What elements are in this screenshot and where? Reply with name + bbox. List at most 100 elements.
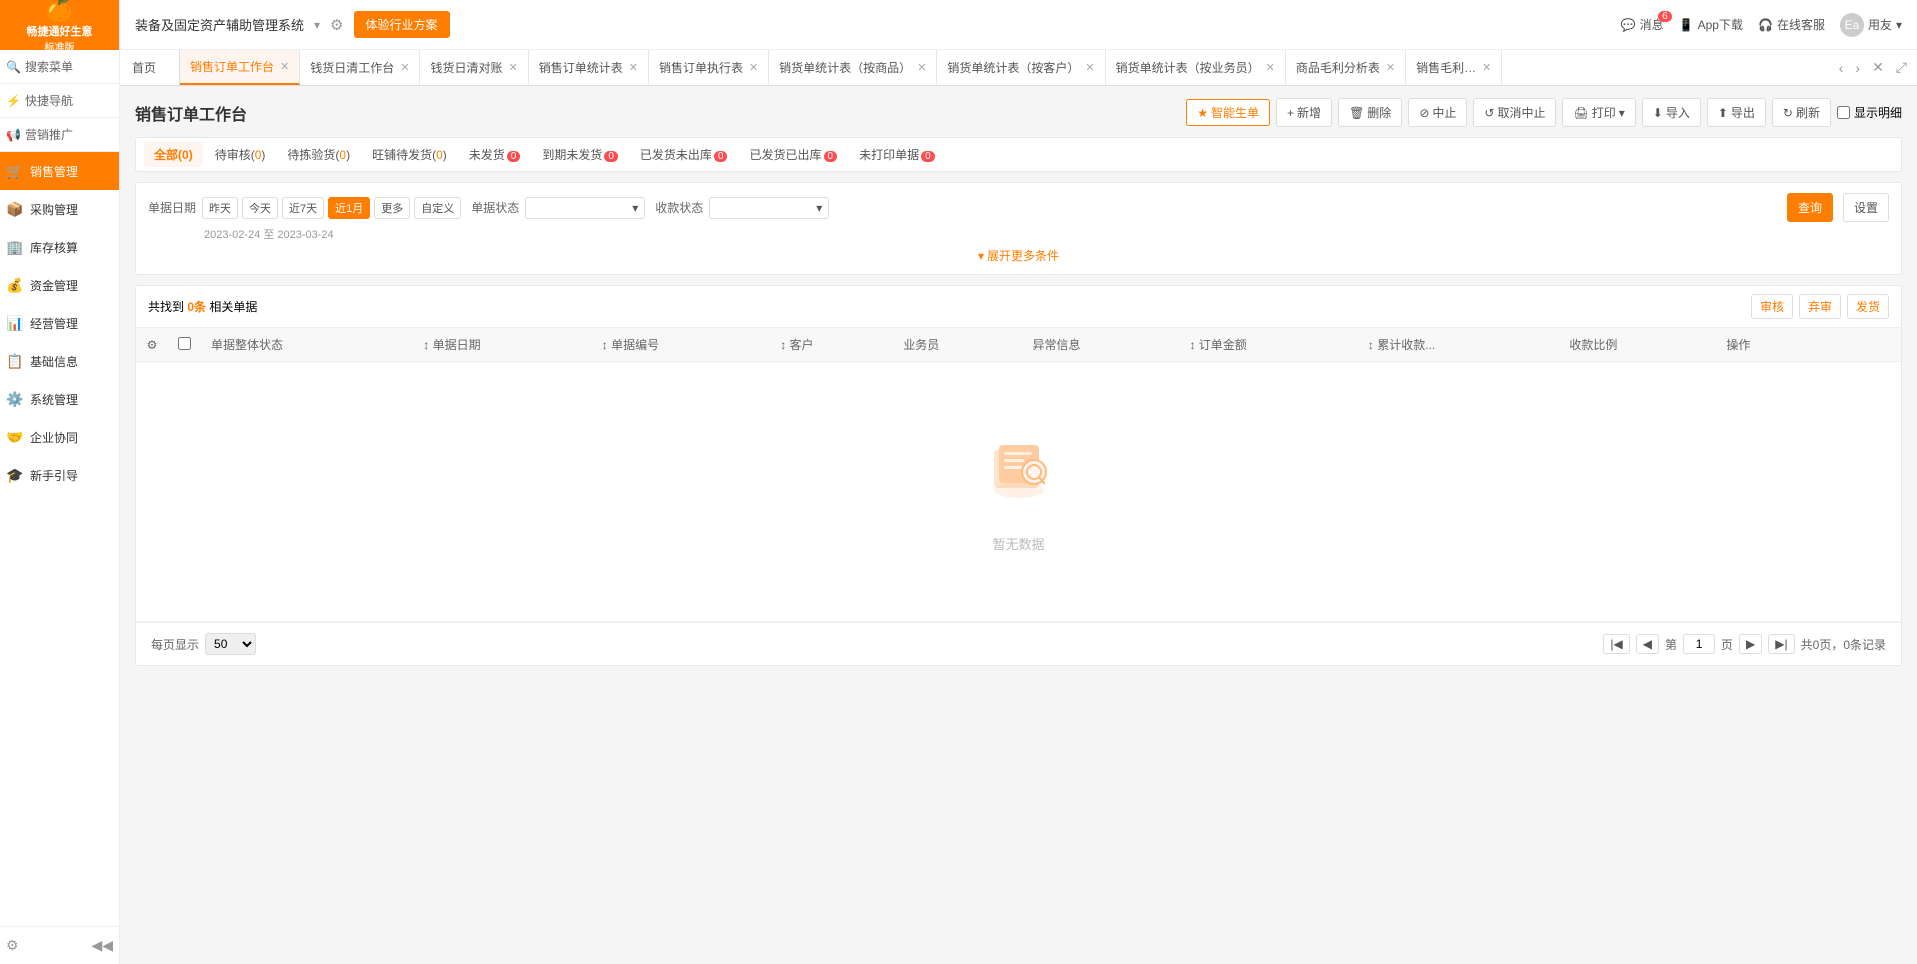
tab-close-3[interactable]: ✕ [629, 61, 638, 74]
collapse-icon[interactable]: ◀◀ [91, 937, 113, 954]
tab-label-5: 销货单统计表（按商品） [779, 59, 911, 76]
per-page-select[interactable]: 50 10 20 100 [205, 633, 256, 655]
tab-home[interactable]: 首页 [120, 50, 180, 85]
export-button[interactable]: ⬆ 导出 [1707, 98, 1766, 127]
audit-button[interactable]: 审核 [1751, 294, 1793, 319]
user-menu[interactable]: Ea 用友 ▾ [1840, 13, 1902, 37]
tab-0[interactable]: 销售订单工作台✕ [180, 50, 300, 85]
th-amount: ↕ 订单金额 [1179, 328, 1357, 362]
topbar-gear-icon[interactable]: ⚙ [330, 16, 343, 34]
cancel-stop-button[interactable]: ↺ 取消中止 [1473, 98, 1556, 127]
subtab-4[interactable]: 未发货0 [459, 142, 531, 167]
tab-close-4[interactable]: ✕ [749, 61, 758, 74]
print-icon: 🖨 [1573, 106, 1588, 120]
page-input[interactable] [1683, 634, 1715, 654]
subtab-3[interactable]: 旺铺待发货(0) [362, 142, 457, 167]
filter-settings-button[interactable]: 设置 [1843, 193, 1889, 222]
smart-create-button[interactable]: ★ 智能生单 [1186, 99, 1270, 126]
sidebar-item-4[interactable]: 📊经营管理 [0, 304, 119, 342]
settings-icon[interactable]: ⚙ [6, 937, 19, 954]
tab-prev-button[interactable]: ‹ [1835, 58, 1848, 78]
sidebar-item-8[interactable]: 🎓新手引导 [0, 456, 119, 494]
subtab-2[interactable]: 待拣验货(0) [277, 142, 360, 167]
tab-5[interactable]: 销货单统计表（按商品） ✕ [769, 50, 937, 85]
prev-page-button[interactable]: ◀ [1636, 634, 1659, 654]
date-btn-1[interactable]: 今天 [242, 197, 278, 219]
show-detail-checkbox[interactable]: 显示明细 [1837, 104, 1902, 121]
sidebar-item-6[interactable]: ⚙️系统管理 [0, 380, 119, 418]
sidebar-item-2[interactable]: 🏢库存核算 [0, 228, 119, 266]
date-btn-4[interactable]: 更多 [374, 197, 410, 219]
system-dropdown-icon[interactable]: ▾ [314, 18, 320, 32]
add-button[interactable]: + 新增 [1276, 98, 1332, 127]
next-page-button[interactable]: ▶ [1739, 634, 1762, 654]
import-button[interactable]: ⬇ 导入 [1642, 98, 1701, 127]
tab-close-5[interactable]: ✕ [917, 61, 926, 74]
payment-select[interactable]: ▾ [709, 197, 829, 219]
tab-fullscreen-button[interactable]: ⤢ [1892, 57, 1911, 78]
tab-close-0[interactable]: ✕ [280, 60, 289, 73]
subtab-8[interactable]: 未打印单据0 [849, 142, 945, 167]
refresh-button[interactable]: ↻ 刷新 [1772, 98, 1831, 127]
subtab-6[interactable]: 已发货未出库0 [630, 142, 738, 167]
tab-close-8[interactable]: ✕ [1386, 61, 1395, 74]
app-logo: 🍊 畅捷通好生意 标准版 [0, 0, 119, 50]
delete-button[interactable]: 🗑 删除 [1338, 98, 1402, 127]
empty-cell: 暂无数据 [136, 362, 1901, 622]
last-page-button[interactable]: ▶| [1768, 634, 1794, 654]
tab-close-7[interactable]: ✕ [1266, 61, 1275, 74]
cancel-audit-button[interactable]: 弃审 [1799, 294, 1841, 319]
ship-button[interactable]: 发货 [1847, 294, 1889, 319]
sidebar-item-7[interactable]: 🤝企业协同 [0, 418, 119, 456]
sidebar-item-5[interactable]: 📋基础信息 [0, 342, 119, 380]
select-all-checkbox[interactable] [178, 337, 191, 350]
tab-9[interactable]: 销售毛利…✕ [1406, 50, 1502, 85]
subtab-7[interactable]: 已发货已出库0 [739, 142, 847, 167]
search-label: 搜索菜单 [25, 58, 73, 75]
stop-button[interactable]: ⊘ 中止 [1408, 98, 1467, 127]
sidebar-marketing[interactable]: 📢 营销推广 [0, 118, 119, 152]
date-btn-2[interactable]: 近7天 [282, 197, 324, 219]
tab-2[interactable]: 钱货日清对账✕ [420, 50, 528, 85]
subtabs: 全部(0)待审核(0)待拣验货(0)旺铺待发货(0)未发货0到期未发货0已发货未… [135, 137, 1902, 172]
subtab-5[interactable]: 到期未发货0 [532, 142, 628, 167]
status-select[interactable]: ▾ [525, 197, 645, 219]
tab-7[interactable]: 销货单统计表（按业务员）✕ [1106, 50, 1286, 85]
tab-4[interactable]: 销售订单执行表✕ [649, 50, 769, 85]
inner-content: 销售订单工作台 ★ 智能生单 + 新增 🗑 删除 ⊘ [120, 86, 1917, 964]
tab-close-6[interactable]: ✕ [1085, 61, 1094, 74]
tab-3[interactable]: 销售订单统计表✕ [529, 50, 649, 85]
sidebar-item-3[interactable]: 💰资金管理 [0, 266, 119, 304]
sidebar-item-1[interactable]: 📦采购管理 [0, 190, 119, 228]
message-item[interactable]: 💬 6 消息 [1621, 16, 1664, 33]
print-button[interactable]: 🖨 打印 ▾ [1562, 98, 1635, 127]
online-service-item[interactable]: 🎧 在线客服 [1758, 16, 1825, 33]
page-header: 销售订单工作台 ★ 智能生单 + 新增 🗑 删除 ⊘ [135, 98, 1902, 127]
tab-next-button[interactable]: › [1851, 58, 1864, 78]
tab-close-1[interactable]: ✕ [400, 61, 409, 74]
show-detail-input[interactable] [1837, 106, 1850, 119]
expand-filter-button[interactable]: ▾ 展开更多条件 [148, 247, 1889, 264]
tab-8[interactable]: 商品毛利分析表✕ [1286, 50, 1406, 85]
sidebar-search[interactable]: 🔍 搜索菜单 [0, 50, 119, 84]
app-download-item[interactable]: 📱 App下载 [1679, 16, 1743, 33]
tab-1[interactable]: 钱货日清工作台✕ [300, 50, 420, 85]
date-btn-0[interactable]: 昨天 [202, 197, 238, 219]
logo-icon: 🍊 [46, 0, 73, 23]
industry-solution-button[interactable]: 体验行业方案 [354, 11, 450, 38]
first-page-button[interactable]: |◀ [1603, 634, 1629, 654]
table-scroll: ⚙ 单据整体状态 ↕ 单据日期 ↕ 单据编号 ↕ 客户 业务员 异常信息 ↕ 订… [136, 328, 1901, 622]
sidebar-item-0[interactable]: 🛒销售管理 [0, 152, 119, 190]
tab-6[interactable]: 销货单统计表（按客户）✕ [937, 50, 1105, 85]
query-button[interactable]: 查询 [1787, 193, 1833, 222]
tab-close-9[interactable]: ✕ [1482, 61, 1491, 74]
sidebar-quicknav[interactable]: ⚡ 快捷导航 [0, 84, 119, 118]
sidebar-label-6: 系统管理 [30, 391, 78, 408]
tab-close-all-button[interactable]: ✕ [1868, 57, 1888, 78]
date-btn-5[interactable]: 自定义 [414, 197, 461, 219]
tab-close-2[interactable]: ✕ [508, 61, 517, 74]
subtab-1[interactable]: 待审核(0) [205, 142, 276, 167]
subtab-0[interactable]: 全部(0) [144, 142, 203, 167]
date-btn-3[interactable]: 近1月 [328, 197, 370, 219]
sidebar-menu: 🛒销售管理📦采购管理🏢库存核算💰资金管理📊经营管理📋基础信息⚙️系统管理🤝企业协… [0, 152, 119, 926]
